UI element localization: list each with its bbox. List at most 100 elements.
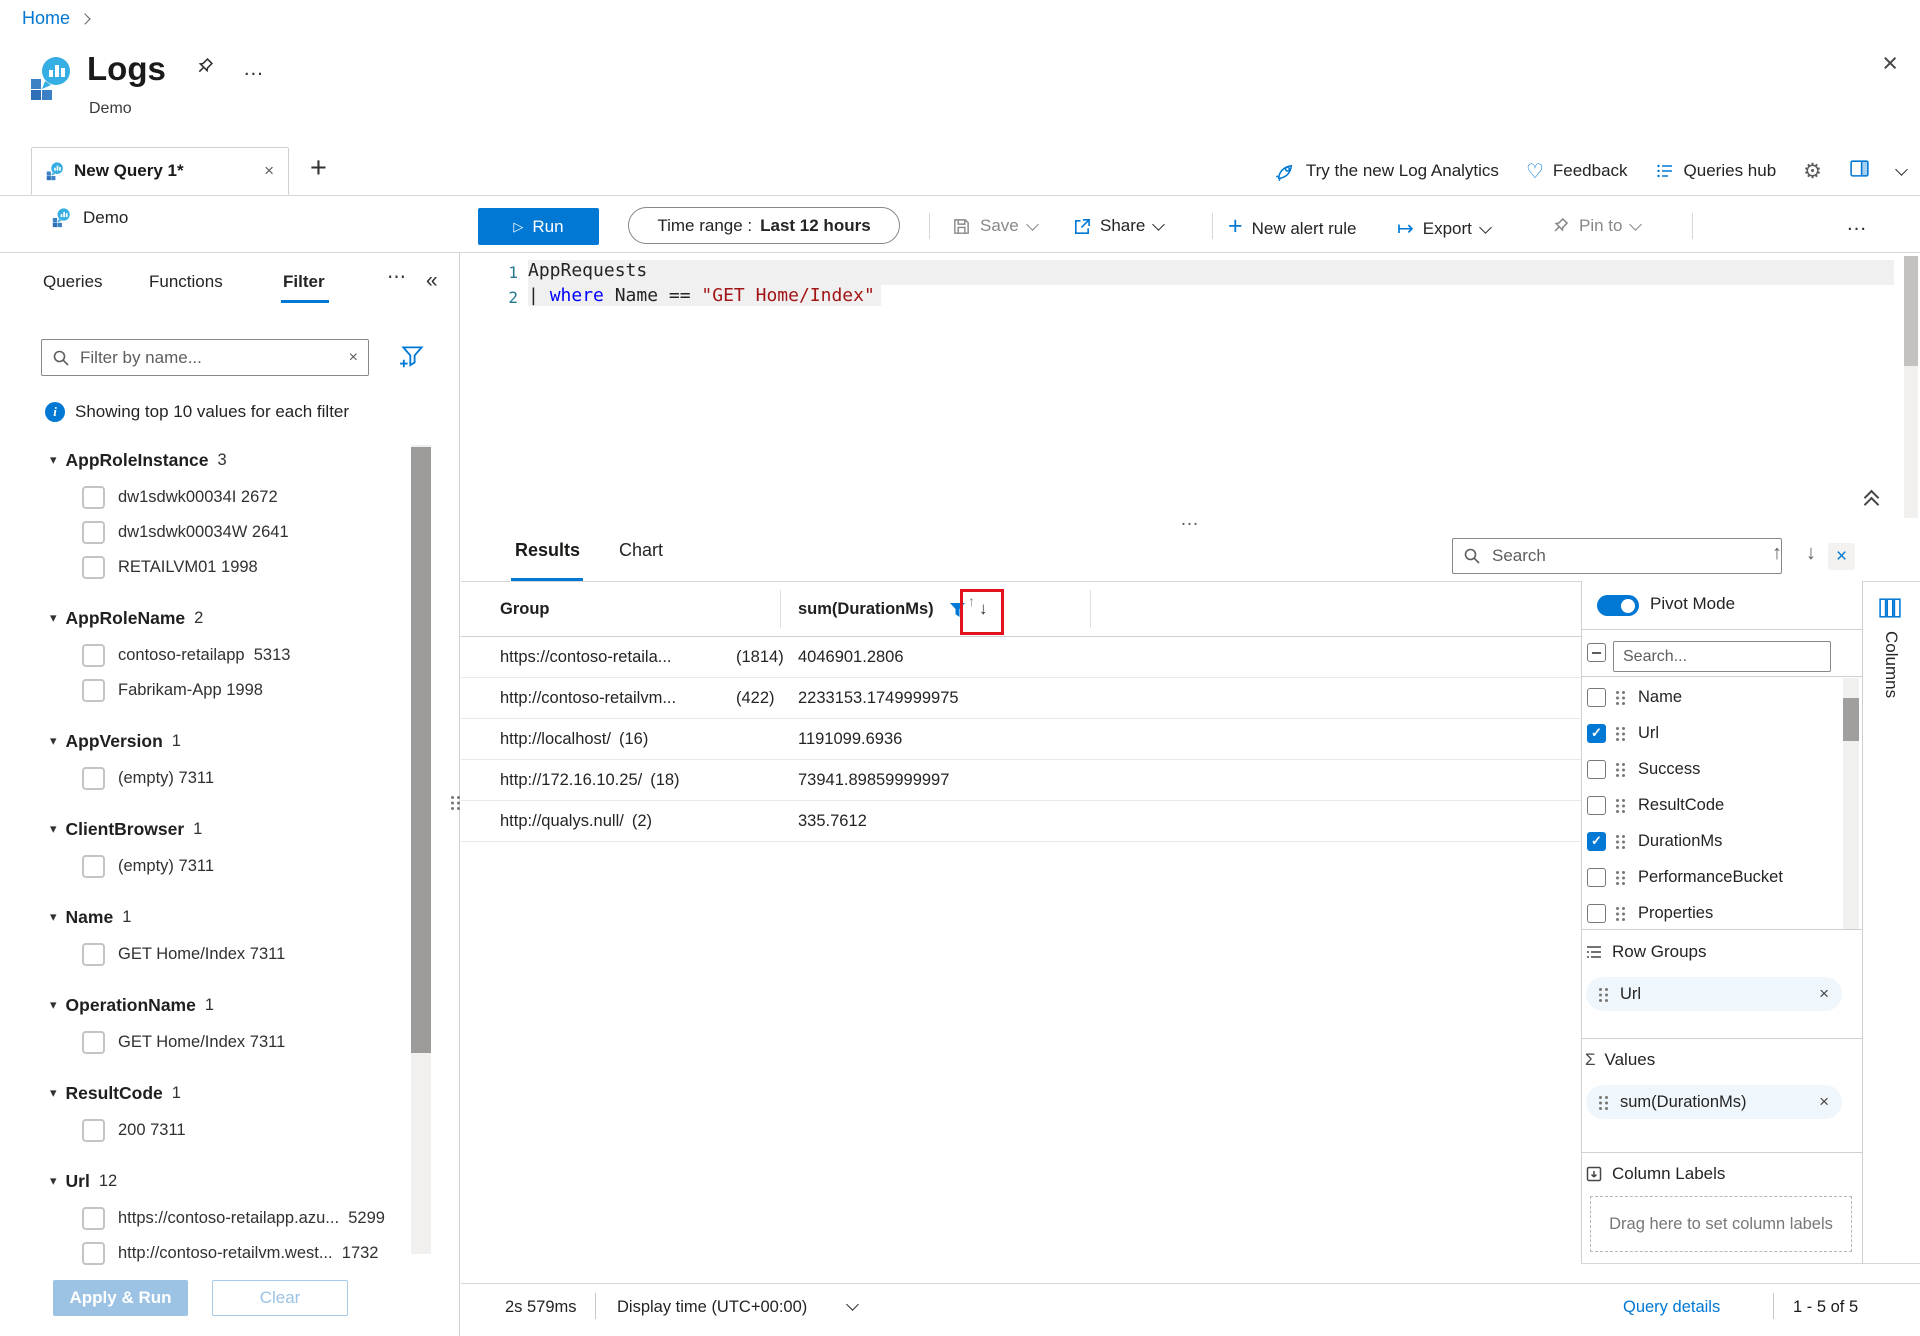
collapse-caret-icon[interactable]: ▾ [50, 1085, 57, 1101]
checkbox[interactable] [1587, 867, 1606, 887]
filter-option[interactable]: https://contoso-retailapp.azu... 5299 [0, 1201, 410, 1236]
collapse-caret-icon[interactable]: ▾ [50, 997, 57, 1013]
checkbox[interactable] [82, 943, 105, 966]
filter-search-input[interactable] [78, 346, 341, 369]
row-group-pill-url[interactable]: Url × [1586, 977, 1842, 1011]
collapse-caret-icon[interactable]: ▾ [50, 821, 57, 837]
columns-side-tab[interactable]: Columns [1862, 581, 1920, 1263]
chevron-down-icon[interactable] [1895, 163, 1908, 176]
checkbox[interactable] [82, 767, 105, 790]
checkbox[interactable] [82, 521, 105, 544]
filter-option[interactable]: (empty) 7311 [0, 849, 410, 884]
table-row[interactable]: https://contoso-retaila... (1814) 4046901… [461, 637, 1581, 678]
search-prev-icon[interactable]: ↑ [1772, 542, 1782, 565]
filter-option[interactable]: dw1sdwk00034I 2672 [0, 480, 410, 515]
add-filter-icon[interactable] [399, 342, 427, 375]
select-all-checkbox[interactable] [1587, 643, 1606, 662]
close-page-icon[interactable]: × [1882, 48, 1898, 79]
field-row-resultcode[interactable]: ResultCode [1582, 787, 1842, 823]
feedback-link[interactable]: ♡ Feedback [1526, 159, 1628, 184]
filter-group-header[interactable]: ▾ ResultCode 1 [0, 1081, 410, 1105]
table-row[interactable]: http://localhost/(16) 1191099.6936 [461, 719, 1581, 760]
collapse-caret-icon[interactable]: ▾ [50, 733, 57, 749]
sidebar-more-icon[interactable]: ⋯ [387, 266, 406, 289]
share-button[interactable]: Share [1072, 216, 1166, 236]
column-header-sum-durationms[interactable]: sum(DurationMs) [798, 581, 934, 637]
query-details-link[interactable]: Query details [1623, 1298, 1720, 1317]
field-row-performancebucket[interactable]: PerformanceBucket [1582, 859, 1842, 895]
page-more-icon[interactable]: … [243, 57, 264, 81]
checkbox-checked[interactable]: ✓ [1587, 831, 1606, 851]
pivot-mode-toggle[interactable] [1597, 595, 1639, 616]
query-editor[interactable]: 1 2 AppRequests | where Name == "GET Hom… [461, 252, 1920, 524]
checkbox[interactable] [1587, 759, 1606, 779]
checkbox[interactable] [82, 644, 105, 667]
column-labels-dropzone[interactable]: Drag here to set column labels [1590, 1196, 1852, 1252]
queries-hub-link[interactable]: Queries hub [1655, 161, 1776, 181]
pivot-search-input[interactable] [1613, 641, 1831, 672]
field-list-scrollbar[interactable] [1843, 678, 1859, 929]
drag-handle-icon[interactable] [1616, 834, 1626, 849]
field-row-durationms[interactable]: ✓ DurationMs [1582, 823, 1842, 859]
filter-option[interactable]: Fabrikam-App 1998 [0, 673, 410, 708]
run-button[interactable]: ▷ Run [478, 208, 599, 245]
remove-icon[interactable]: × [1819, 1092, 1829, 1112]
clear-search-icon[interactable]: × [349, 349, 358, 367]
filter-group-header[interactable]: ▾ AppRoleInstance 3 [0, 448, 410, 472]
sidebar-scrollbar[interactable] [411, 445, 431, 1254]
save-button[interactable]: Save [952, 216, 1039, 236]
field-row-success[interactable]: Success [1582, 751, 1842, 787]
scrollbar-thumb[interactable] [411, 447, 431, 1053]
time-range-picker[interactable]: Time range : Last 12 hours [628, 207, 900, 244]
collapse-caret-icon[interactable]: ▾ [50, 909, 57, 925]
tab-queries[interactable]: Queries [43, 272, 103, 292]
tab-new-query-1[interactable]: New Query 1* × [31, 147, 289, 195]
value-pill-sum-durationms[interactable]: sum(DurationMs) × [1586, 1085, 1842, 1119]
drag-handle-icon[interactable] [1599, 987, 1609, 1002]
field-row-name[interactable]: Name [1582, 679, 1842, 715]
table-row[interactable]: http://contoso-retailvm... (422) 2233153.… [461, 678, 1581, 719]
drag-handle-icon[interactable] [1616, 906, 1626, 921]
drag-handle-icon[interactable] [1616, 690, 1626, 705]
checkbox[interactable] [82, 1207, 105, 1230]
breadcrumb-home-link[interactable]: Home [22, 8, 70, 29]
sidebar-collapse-icon[interactable]: « [426, 269, 438, 293]
code-line-2[interactable]: | where Name == "GET Home/Index" [528, 285, 1894, 310]
side-panel-icon[interactable] [1849, 158, 1870, 184]
table-row[interactable]: http://qualys.null/(2) 335.7612 [461, 801, 1581, 842]
column-divider[interactable] [780, 590, 781, 628]
filter-option[interactable]: RETAILVM01 1998 [0, 550, 410, 585]
checkbox[interactable] [1587, 795, 1606, 815]
column-header-group[interactable]: Group [500, 581, 550, 637]
checkbox[interactable] [82, 855, 105, 878]
tab-close-icon[interactable]: × [264, 161, 274, 181]
new-tab-button[interactable]: + [310, 152, 327, 185]
drag-handle-icon[interactable] [1616, 798, 1626, 813]
field-row-url[interactable]: ✓ Url [1582, 715, 1842, 751]
checkbox[interactable] [82, 679, 105, 702]
table-row[interactable]: http://172.16.10.25/(18) 73941.898599999… [461, 760, 1581, 801]
try-new-log-analytics-link[interactable]: Try the new Log Analytics [1274, 160, 1499, 183]
apply-and-run-button[interactable]: Apply & Run [53, 1280, 188, 1316]
filter-group-header[interactable]: ▾ ClientBrowser 1 [0, 817, 410, 841]
results-search-input[interactable] [1490, 545, 1771, 567]
filter-group-header[interactable]: ▾ OperationName 1 [0, 993, 410, 1017]
scrollbar-thumb[interactable] [1904, 256, 1918, 366]
collapse-caret-icon[interactable]: ▾ [50, 1173, 57, 1189]
filter-group-header[interactable]: ▾ Name 1 [0, 905, 410, 929]
code-line-1[interactable]: AppRequests [528, 260, 1894, 285]
tab-results[interactable]: Results [515, 540, 580, 561]
filter-group-header[interactable]: ▾ AppVersion 1 [0, 729, 410, 753]
clear-button[interactable]: Clear [212, 1280, 348, 1316]
close-search-icon[interactable]: × [1828, 543, 1855, 570]
filter-option[interactable]: (empty) 7311 [0, 761, 410, 796]
chevron-down-icon[interactable] [846, 1298, 859, 1311]
filter-group-header[interactable]: ▾ AppRoleName 2 [0, 606, 410, 630]
settings-gear-icon[interactable]: ⚙ [1803, 159, 1822, 184]
drag-handle-icon[interactable] [1616, 870, 1626, 885]
pin-page-icon[interactable] [194, 56, 215, 82]
filter-option[interactable]: dw1sdwk00034W 2641 [0, 515, 410, 550]
field-row-properties[interactable]: Properties [1582, 895, 1842, 931]
filter-group-header[interactable]: ▾ Url 12 [0, 1169, 410, 1193]
filter-option[interactable]: GET Home/Index 7311 [0, 1025, 410, 1060]
